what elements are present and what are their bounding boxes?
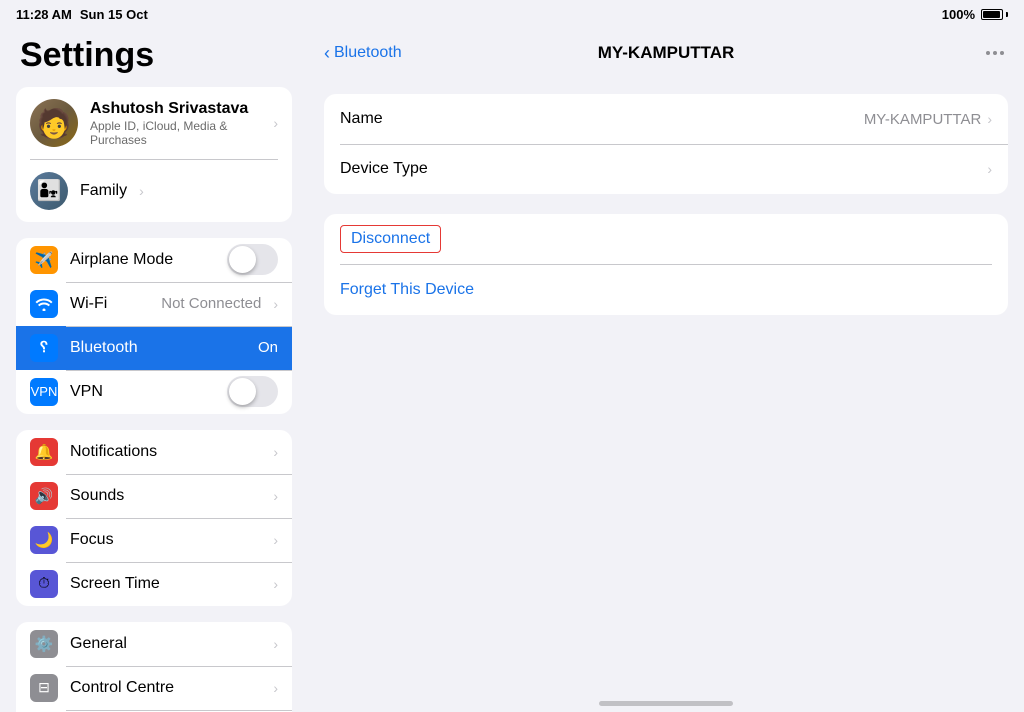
battery-icon (981, 9, 1008, 20)
controlcentre-chevron: › (273, 680, 278, 696)
network-group: ✈️ Airplane Mode Wi-Fi Not Connected › (16, 238, 292, 414)
forget-label[interactable]: Forget This Device (340, 281, 474, 299)
vpn-icon: VPN (30, 378, 58, 406)
info-card: Name MY-KAMPUTTAR › Device Type › (324, 94, 1008, 194)
wifi-label: Wi-Fi (70, 295, 149, 313)
general-chevron: › (273, 636, 278, 652)
sidebar-item-bluetooth[interactable]: ␦ Bluetooth On (16, 326, 292, 370)
detail-title: MY-KAMPUTTAR (598, 43, 735, 63)
wifi-chevron: › (273, 296, 278, 312)
sidebar-item-notifications[interactable]: 🔔 Notifications › (16, 430, 292, 474)
profile-subtitle: Apple ID, iCloud, Media & Purchases (90, 119, 261, 147)
devicetype-row[interactable]: Device Type › (324, 144, 1008, 194)
dot3 (1000, 51, 1004, 55)
sidebar: Settings 🧑 Ashutosh Srivastava Apple ID,… (0, 28, 308, 712)
dots-menu[interactable] (982, 47, 1008, 59)
airplane-toggle[interactable] (227, 244, 278, 275)
airplane-icon: ✈️ (30, 246, 58, 274)
disconnect-button[interactable]: Disconnect (340, 225, 441, 253)
general-icon: ⚙️ (30, 630, 58, 658)
screentime-label: Screen Time (70, 575, 261, 593)
sidebar-item-wifi[interactable]: Wi-Fi Not Connected › (16, 282, 292, 326)
general-label: General (70, 635, 261, 653)
name-value: MY-KAMPUTTAR (864, 111, 982, 128)
bluetooth-icon: ␦ (30, 334, 58, 362)
notifications-icon: 🔔 (30, 438, 58, 466)
detail-content: Name MY-KAMPUTTAR › Device Type › Discon… (308, 78, 1024, 695)
profile-chevron: › (273, 115, 278, 131)
sidebar-item-controlcentre[interactable]: ⊟ Control Centre › (16, 666, 292, 710)
sidebar-item-airplane[interactable]: ✈️ Airplane Mode (16, 238, 292, 282)
battery-percent: 100% (942, 7, 975, 22)
vpn-label: VPN (70, 383, 215, 401)
disconnect-row[interactable]: Disconnect (324, 214, 1008, 264)
dot2 (993, 51, 997, 55)
right-panel: ‹ Bluetooth MY-KAMPUTTAR Name MY-KAMPUTT… (308, 28, 1024, 712)
notifications-label: Notifications (70, 443, 261, 461)
profile-avatar: 🧑 (30, 99, 78, 147)
back-label: Bluetooth (334, 44, 402, 62)
sidebar-item-focus[interactable]: 🌙 Focus › (16, 518, 292, 562)
airplane-label: Airplane Mode (70, 251, 215, 269)
time: 11:28 AM (16, 7, 72, 22)
sounds-label: Sounds (70, 487, 261, 505)
sounds-icon: 🔊 (30, 482, 58, 510)
system-group: ⚙️ General › ⊟ Control Centre › ☀️ Displ… (16, 622, 292, 712)
sidebar-item-vpn[interactable]: VPN VPN (16, 370, 292, 414)
back-chevron-icon: ‹ (324, 43, 330, 64)
family-label: Family (80, 182, 127, 200)
detail-header: ‹ Bluetooth MY-KAMPUTTAR (308, 28, 1024, 78)
home-indicator (308, 695, 1024, 712)
dot1 (986, 51, 990, 55)
bluetooth-label: Bluetooth (70, 339, 246, 357)
devicetype-label: Device Type (340, 160, 981, 178)
sounds-chevron: › (273, 488, 278, 504)
sidebar-item-screentime[interactable]: ⏱ Screen Time › (16, 562, 292, 606)
name-chevron: › (987, 111, 992, 127)
name-label: Name (340, 110, 864, 128)
profile-item[interactable]: 🧑 Ashutosh Srivastava Apple ID, iCloud, … (16, 87, 292, 159)
devicetype-chevron: › (987, 161, 992, 177)
sidebar-item-general[interactable]: ⚙️ General › (16, 622, 292, 666)
family-avatar: 👨‍👧 (30, 172, 68, 210)
notifications-group: 🔔 Notifications › 🔊 Sounds › 🌙 Focus › ⏱… (16, 430, 292, 606)
vpn-toggle[interactable] (227, 376, 278, 407)
notifications-chevron: › (273, 444, 278, 460)
date: Sun 15 Oct (80, 7, 148, 22)
controlcentre-label: Control Centre (70, 679, 261, 697)
focus-chevron: › (273, 532, 278, 548)
profile-name: Ashutosh Srivastava (90, 100, 261, 118)
bluetooth-value: On (258, 339, 278, 356)
focus-icon: 🌙 (30, 526, 58, 554)
wifi-value: Not Connected (161, 295, 261, 312)
status-bar: 11:28 AM Sun 15 Oct 100% (0, 0, 1024, 28)
back-button[interactable]: ‹ Bluetooth (324, 43, 402, 64)
actions-card: Disconnect Forget This Device (324, 214, 1008, 315)
family-chevron: › (139, 183, 144, 199)
screentime-chevron: › (273, 576, 278, 592)
screentime-icon: ⏱ (30, 570, 58, 598)
sidebar-item-sounds[interactable]: 🔊 Sounds › (16, 474, 292, 518)
forget-row[interactable]: Forget This Device (324, 265, 1008, 315)
wifi-icon (30, 290, 58, 318)
focus-label: Focus (70, 531, 261, 549)
profile-section: 🧑 Ashutosh Srivastava Apple ID, iCloud, … (16, 87, 292, 222)
family-item[interactable]: 👨‍👧 Family › (16, 160, 292, 222)
controlcentre-icon: ⊟ (30, 674, 58, 702)
name-row[interactable]: Name MY-KAMPUTTAR › (324, 94, 1008, 144)
settings-title: Settings (16, 28, 292, 87)
home-bar (599, 701, 733, 706)
